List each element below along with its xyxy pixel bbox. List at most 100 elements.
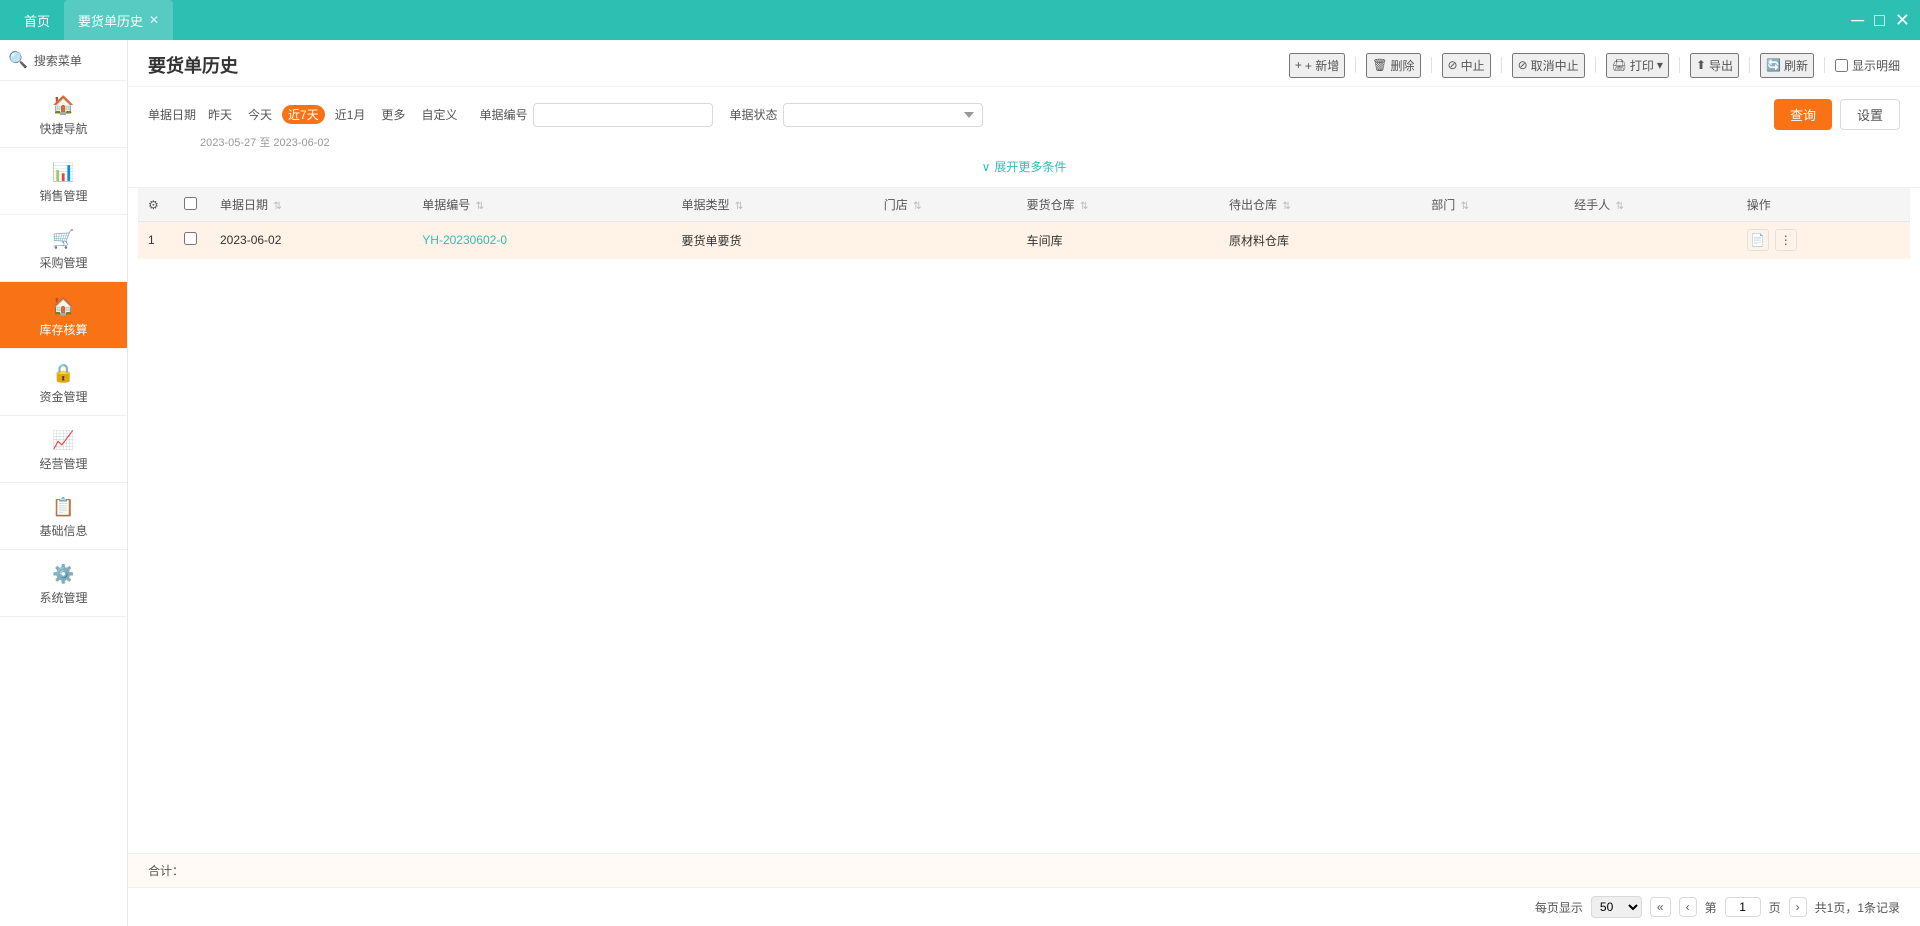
sidebar-item-label: 快捷导航: [39, 120, 87, 137]
sidebar-item-quick-nav[interactable]: 🏠 快捷导航: [0, 81, 127, 148]
window-close-icon[interactable]: ✕: [1895, 10, 1910, 31]
sidebar-item-inventory[interactable]: 🏠 库存核算: [0, 282, 127, 349]
cancel-stop-icon: ⊘: [1518, 58, 1528, 72]
finance-icon: 🔒: [52, 363, 74, 384]
display-detail-label: 显示明细: [1852, 57, 1900, 74]
date-pill-7days[interactable]: 近7天: [282, 105, 325, 124]
sidebar-item-label: 基础信息: [39, 522, 87, 539]
window-controls: ─ □ ✕: [1851, 10, 1910, 31]
th-dept-label: 部门: [1431, 198, 1455, 212]
filter-row-1: 单据日期 昨天 今天 近7天 近1月 更多 自定义 单据编号: [148, 99, 1900, 130]
order-no-link[interactable]: YH-20230602-0: [422, 233, 507, 247]
date-pill-yesterday[interactable]: 昨天: [202, 105, 238, 124]
th-store[interactable]: 门店 ⇅: [874, 188, 1017, 222]
expand-more-icon: ∨: [982, 160, 991, 174]
date-filter-group: 单据日期 昨天 今天 近7天 近1月 更多 自定义: [148, 105, 463, 124]
window-maximize-icon[interactable]: □: [1874, 10, 1885, 31]
page-unit-label: 页: [1769, 899, 1781, 916]
row-pending-warehouse: 原材料仓库: [1219, 222, 1421, 259]
row-more-icon[interactable]: ⋮: [1775, 229, 1797, 251]
purchase-icon: 🛒: [52, 229, 74, 250]
row-store: [874, 222, 1017, 259]
new-label: + 新增: [1305, 57, 1339, 74]
row-handler: [1564, 222, 1737, 259]
select-all-checkbox[interactable]: [184, 197, 197, 210]
quick-nav-icon: 🏠: [52, 95, 74, 116]
page-input[interactable]: 1: [1725, 897, 1761, 917]
date-pill-more[interactable]: 更多: [375, 105, 411, 124]
search-menu[interactable]: 🔍 搜索菜单: [0, 40, 127, 81]
sidebar-item-sales[interactable]: 📊 销售管理: [0, 148, 127, 215]
sidebar: 🔍 搜索菜单 🏠 快捷导航 📊 销售管理 🛒 采购管理 🏠 库存核算 🔒 资金管…: [0, 40, 128, 926]
status-select[interactable]: [783, 103, 983, 127]
settings-button[interactable]: 设置: [1840, 99, 1900, 130]
tab-close-icon[interactable]: ✕: [149, 13, 159, 27]
display-detail-toggle[interactable]: 显示明细: [1835, 57, 1900, 74]
sort-order-no-icon: ⇅: [476, 201, 484, 212]
window-minimize-icon[interactable]: ─: [1851, 10, 1864, 31]
export-icon: ⬆: [1696, 58, 1706, 72]
expand-more-label: 展开更多条件: [994, 158, 1066, 175]
operations-icon: 📈: [52, 430, 74, 451]
print-label: 打印: [1630, 57, 1654, 74]
query-button[interactable]: 查询: [1774, 99, 1832, 130]
th-handler[interactable]: 经手人 ⇅: [1564, 188, 1737, 222]
th-date[interactable]: 单据日期 ⇅: [210, 188, 412, 222]
cancel-stop-button[interactable]: ⊘ 取消中止: [1512, 53, 1585, 78]
th-req-warehouse-label: 要货仓库: [1027, 198, 1075, 212]
date-pill-today[interactable]: 今天: [242, 105, 278, 124]
sidebar-item-purchase[interactable]: 🛒 采购管理: [0, 215, 127, 282]
th-pending-warehouse-label: 待出仓库: [1229, 198, 1277, 212]
sidebar-item-system[interactable]: ⚙️ 系统管理: [0, 550, 127, 617]
date-pill-custom[interactable]: 自定义: [415, 105, 463, 124]
sidebar-item-label: 资金管理: [39, 388, 87, 405]
export-button[interactable]: ⬆ 导出: [1690, 53, 1739, 78]
search-icon: 🔍: [8, 50, 28, 70]
sidebar-item-finance[interactable]: 🔒 资金管理: [0, 349, 127, 416]
inventory-icon: 🏠: [52, 296, 74, 317]
sort-dept-icon: ⇅: [1461, 201, 1469, 212]
date-pills: 昨天 今天 近7天 近1月 更多 自定义: [202, 105, 463, 124]
refresh-button[interactable]: 🔄 刷新: [1760, 53, 1814, 78]
stop-button[interactable]: ⊘ 中止: [1442, 53, 1491, 78]
cancel-stop-label: 取消中止: [1531, 57, 1579, 74]
row-select-checkbox[interactable]: [184, 232, 197, 245]
total-info: 共1页，1条记录: [1815, 899, 1900, 916]
th-order-type[interactable]: 单据类型 ⇅: [671, 188, 873, 222]
first-page-btn[interactable]: «: [1650, 897, 1671, 917]
per-page-select[interactable]: 50 10 20 100: [1591, 896, 1642, 918]
row-num: 1: [138, 222, 174, 259]
settings-icon: ⚙: [148, 198, 159, 212]
expand-more-btn[interactable]: ∨ 展开更多条件: [148, 158, 1900, 175]
th-pending-warehouse[interactable]: 待出仓库 ⇅: [1219, 188, 1421, 222]
tab-home[interactable]: 首页: [10, 0, 64, 40]
sidebar-item-operations[interactable]: 📈 经营管理: [0, 416, 127, 483]
order-no-input[interactable]: [533, 103, 713, 127]
new-icon: +: [1295, 58, 1302, 72]
display-detail-checkbox[interactable]: [1835, 59, 1848, 72]
th-order-no[interactable]: 单据编号 ⇅: [412, 188, 671, 222]
sort-order-type-icon: ⇅: [735, 201, 743, 212]
table-wrapper: ⚙ 单据日期 ⇅ 单据编号 ⇅: [128, 188, 1920, 853]
filter-bar: 单据日期 昨天 今天 近7天 近1月 更多 自定义 单据编号: [128, 87, 1920, 188]
date-pill-1month[interactable]: 近1月: [329, 105, 372, 124]
sep2: [1431, 57, 1432, 73]
row-view-icon[interactable]: 📄: [1747, 229, 1769, 251]
prev-page-btn[interactable]: ‹: [1679, 897, 1697, 917]
print-button[interactable]: 🖨 打印 ▾: [1606, 53, 1669, 78]
tab-order-history[interactable]: 要货单历史 ✕: [64, 0, 173, 40]
th-settings[interactable]: ⚙: [138, 188, 174, 222]
th-order-no-label: 单据编号: [422, 198, 470, 212]
sep1: [1355, 57, 1356, 73]
delete-button[interactable]: 🗑 删除: [1366, 53, 1420, 78]
sort-date-icon: ⇅: [273, 201, 281, 212]
next-page-btn[interactable]: ›: [1789, 897, 1807, 917]
th-dept[interactable]: 部门 ⇅: [1421, 188, 1564, 222]
new-button[interactable]: + + 新增: [1289, 53, 1345, 78]
tab-order-history-label: 要货单历史: [78, 11, 143, 30]
sidebar-item-basic-info[interactable]: 📋 基础信息: [0, 483, 127, 550]
th-action-label: 操作: [1747, 198, 1771, 212]
th-store-label: 门店: [884, 198, 908, 212]
order-no-label: 单据编号: [479, 106, 527, 123]
th-req-warehouse[interactable]: 要货仓库 ⇅: [1017, 188, 1219, 222]
